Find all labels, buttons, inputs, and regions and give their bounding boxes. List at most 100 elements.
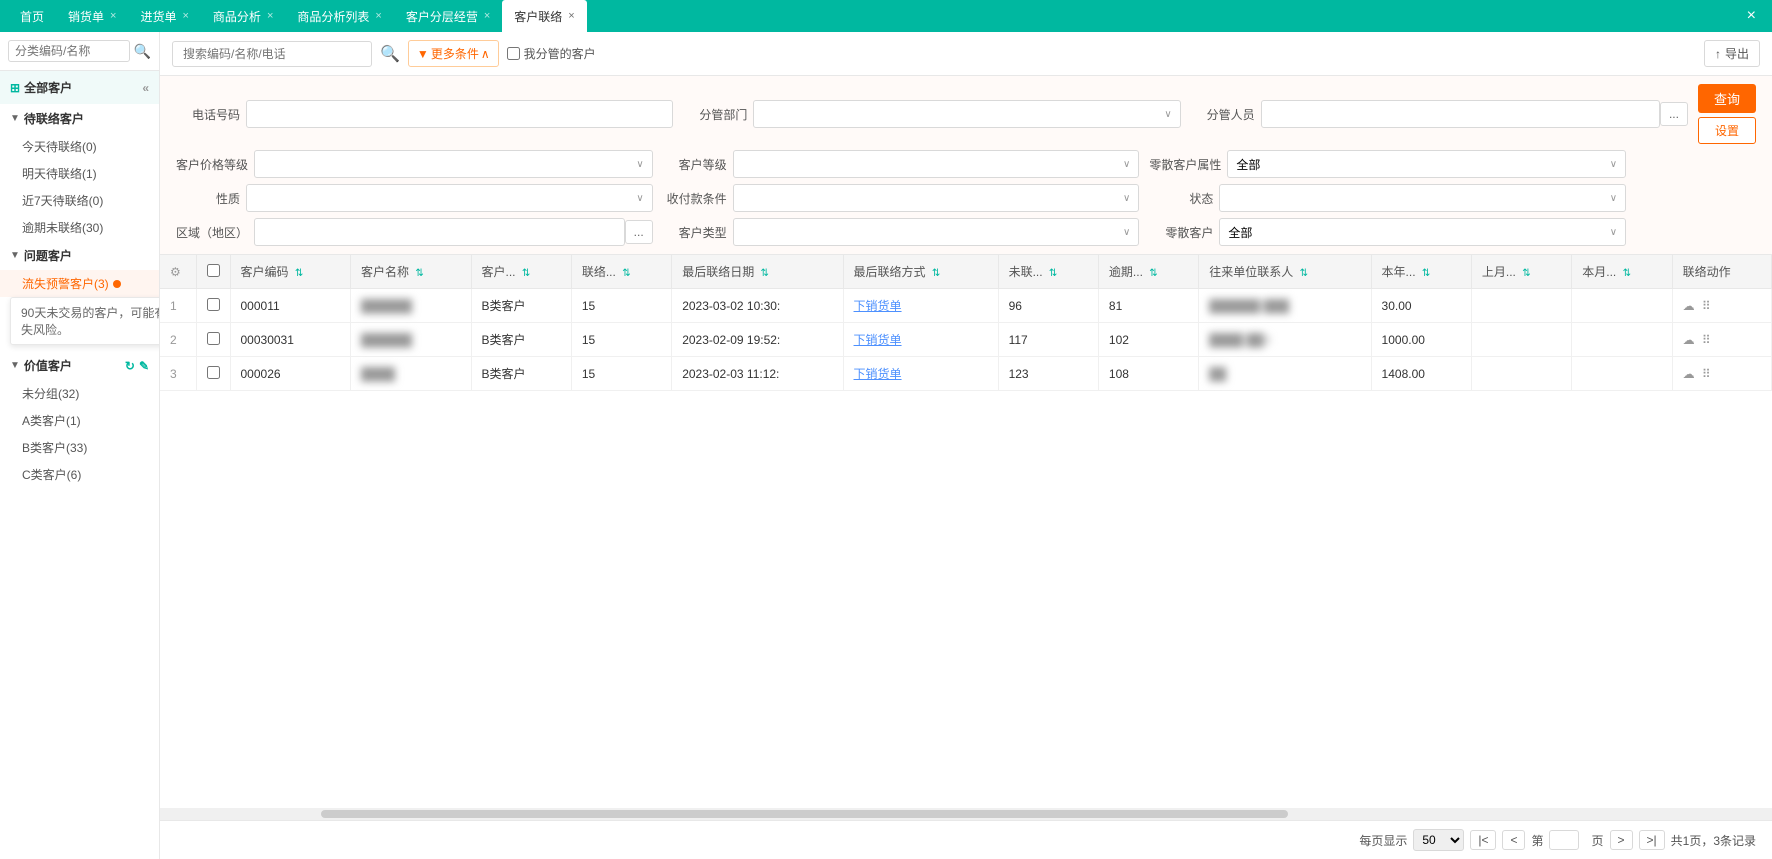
per-page-select[interactable]: 50 100 200 — [1413, 829, 1464, 851]
col-this-year-header[interactable]: 本年... ⇅ — [1371, 255, 1471, 289]
row3-action-icon1[interactable]: ☁ — [1683, 367, 1695, 381]
sidebar-collapse-icon[interactable]: « — [142, 81, 149, 95]
settings-button[interactable]: 设置 — [1698, 117, 1756, 144]
nav-item-analysis[interactable]: 商品分析 × — [201, 0, 285, 32]
close-analysis-icon[interactable]: × — [267, 10, 273, 22]
page-input[interactable]: 1 — [1549, 830, 1579, 850]
row3-action-icon2[interactable]: ⠿ — [1702, 367, 1711, 381]
row1-action-icon1[interactable]: ☁ — [1683, 299, 1695, 313]
row2-last-method: 下销货单 — [843, 323, 998, 357]
horizontal-scrollbar[interactable] — [160, 808, 1772, 820]
close-customer-contact-icon[interactable]: × — [568, 10, 574, 22]
close-analysis-list-icon[interactable]: × — [375, 10, 381, 22]
more-conditions-button[interactable]: ▼ 更多条件 ∧ — [408, 40, 499, 67]
nav-item-customer-contact[interactable]: 客户联络 × — [502, 0, 586, 32]
col-unit-contact-header[interactable]: 往来单位联系人 ⇅ — [1199, 255, 1371, 289]
export-label: 导出 — [1725, 45, 1749, 62]
my-customers-checkbox[interactable] — [507, 47, 520, 60]
col-last-month-header[interactable]: 上月... ⇅ — [1471, 255, 1571, 289]
nav-item-sales[interactable]: 销货单 × — [56, 0, 128, 32]
filter-select-person[interactable] — [1261, 100, 1660, 128]
customers-table: ⚙ 客户编码 ⇅ 客户名称 ⇅ — [160, 255, 1772, 391]
table-settings-gear-icon[interactable]: ⚙ — [170, 265, 181, 279]
filter-select-customer-level[interactable]: ∨ — [733, 150, 1140, 178]
row2-checkbox — [196, 323, 230, 357]
row2-action-icon2[interactable]: ⠿ — [1702, 333, 1711, 347]
export-button[interactable]: ↑ 导出 — [1704, 40, 1760, 67]
hscroll-thumb[interactable] — [321, 810, 1288, 818]
close-purchase-icon[interactable]: × — [182, 10, 188, 22]
filter-select-nature[interactable]: ∨ — [246, 184, 653, 212]
filter-input-phone[interactable] — [246, 100, 673, 128]
nav-item-analysis-list[interactable]: 商品分析列表 × — [285, 0, 393, 32]
query-button[interactable]: 查询 — [1698, 84, 1756, 113]
col-name-header[interactable]: 客户名称 ⇅ — [351, 255, 472, 289]
sidebar-item-overdue-contact[interactable]: 逾期未联络(30) — [0, 214, 159, 241]
row2-select-checkbox[interactable] — [207, 332, 220, 345]
filter-input-region[interactable] — [254, 218, 625, 246]
col-overdue-header[interactable]: 逾期... ⇅ — [1098, 255, 1198, 289]
sidebar-item-class-b[interactable]: B类客户(33) — [0, 434, 159, 461]
next-page-button[interactable]: > — [1610, 830, 1633, 850]
nav-item-purchase[interactable]: 进货单 × — [128, 0, 200, 32]
sidebar-item-churn-warning[interactable]: 流失预警客户(3) — [0, 270, 159, 297]
close-sales-icon[interactable]: × — [110, 10, 116, 22]
col-last-method-header[interactable]: 最后联络方式 ⇅ — [843, 255, 998, 289]
more-conditions-label: 更多条件 — [431, 45, 479, 62]
filter-select-zero-customer[interactable]: 全部 ∨ — [1219, 218, 1626, 246]
filter-row-2: 客户价格等级 ∨ 客户等级 ∨ 零散客户属性 全部 ∨ — [176, 150, 1756, 178]
first-page-button[interactable]: |< — [1470, 830, 1496, 850]
person-ellipsis-button[interactable]: ... — [1660, 102, 1688, 126]
filter-select-status[interactable]: ∨ — [1219, 184, 1626, 212]
col-last-date-header[interactable]: 最后联络日期 ⇅ — [672, 255, 843, 289]
search-input[interactable] — [172, 41, 372, 67]
col-contact-header[interactable]: 联络... ⇅ — [571, 255, 671, 289]
row1-code: 000011 — [230, 289, 351, 323]
col-code-header[interactable]: 客户编码 ⇅ — [230, 255, 351, 289]
row3-last-method-link[interactable]: 下销货单 — [854, 367, 902, 381]
col-this-month-header[interactable]: 本月... ⇅ — [1572, 255, 1672, 289]
close-all-icon[interactable]: × — [1739, 7, 1764, 25]
row2-action-icon1[interactable]: ☁ — [1683, 333, 1695, 347]
search-button[interactable]: 🔍 — [380, 44, 400, 64]
row3-unit-contact: ██ — [1199, 357, 1371, 391]
last-page-button[interactable]: >| — [1639, 830, 1665, 850]
sidebar-item-week-contact[interactable]: 近7天待联络(0) — [0, 187, 159, 214]
sidebar-group-pending-header[interactable]: ▼ 待联络客户 — [0, 104, 159, 133]
filter-select-customer-type[interactable]: ∨ — [733, 218, 1140, 246]
sidebar-group-problem-header[interactable]: ▼ 问题客户 — [0, 241, 159, 270]
filter-select-price-level[interactable]: ∨ — [254, 150, 653, 178]
col-type-header[interactable]: 客户... ⇅ — [471, 255, 571, 289]
row1-last-method-link[interactable]: 下销货单 — [854, 299, 902, 313]
row1-action-icon2[interactable]: ⠿ — [1702, 299, 1711, 313]
prev-page-button[interactable]: < — [1502, 830, 1525, 850]
sidebar-item-class-c[interactable]: C类客户(6) — [0, 461, 159, 488]
region-ellipsis-button[interactable]: ... — [625, 220, 653, 244]
sidebar-item-tomorrow-contact[interactable]: 明天待联络(1) — [0, 160, 159, 187]
col-not-contact-header[interactable]: 未联... ⇅ — [998, 255, 1098, 289]
value-group-edit-icon[interactable]: ✎ — [139, 359, 149, 373]
close-customer-tier-icon[interactable]: × — [484, 10, 490, 22]
sidebar-all-customers[interactable]: ⊞ 全部客户 « — [0, 71, 159, 104]
zero-attr-dropdown-icon: ∨ — [1610, 159, 1617, 170]
sidebar-item-tomorrow-label: 明天待联络(1) — [22, 165, 97, 182]
nav-item-home[interactable]: 首页 — [8, 0, 56, 32]
sidebar-item-ungroup[interactable]: 未分组(32) — [0, 380, 159, 407]
sidebar-search-input[interactable] — [8, 40, 130, 62]
sidebar-group-value-header[interactable]: ▼ 价值客户 ↻ ✎ — [0, 351, 159, 380]
filter-select-dept[interactable]: ∨ — [753, 100, 1180, 128]
filter-select-zero-attr[interactable]: 全部 ∨ — [1227, 150, 1626, 178]
sidebar-item-class-a[interactable]: A类客户(1) — [0, 407, 159, 434]
sidebar-item-today-contact[interactable]: 今天待联络(0) — [0, 133, 159, 160]
row1-select-checkbox[interactable] — [207, 298, 220, 311]
row2-last-method-link[interactable]: 下销货单 — [854, 333, 902, 347]
value-group-refresh-icon[interactable]: ↻ — [125, 359, 135, 373]
filter-select-payment[interactable]: ∨ — [733, 184, 1140, 212]
row3-select-checkbox[interactable] — [207, 366, 220, 379]
filter-field-customer-level: 客户等级 ∨ — [663, 150, 1140, 178]
col-overdue-sort-icon: ⇅ — [1149, 268, 1157, 279]
nav-item-customer-tier[interactable]: 客户分层经营 × — [394, 0, 502, 32]
nav-label-purchase: 进货单 — [140, 8, 176, 25]
select-all-checkbox[interactable] — [207, 264, 220, 277]
row3-this-month — [1572, 357, 1672, 391]
